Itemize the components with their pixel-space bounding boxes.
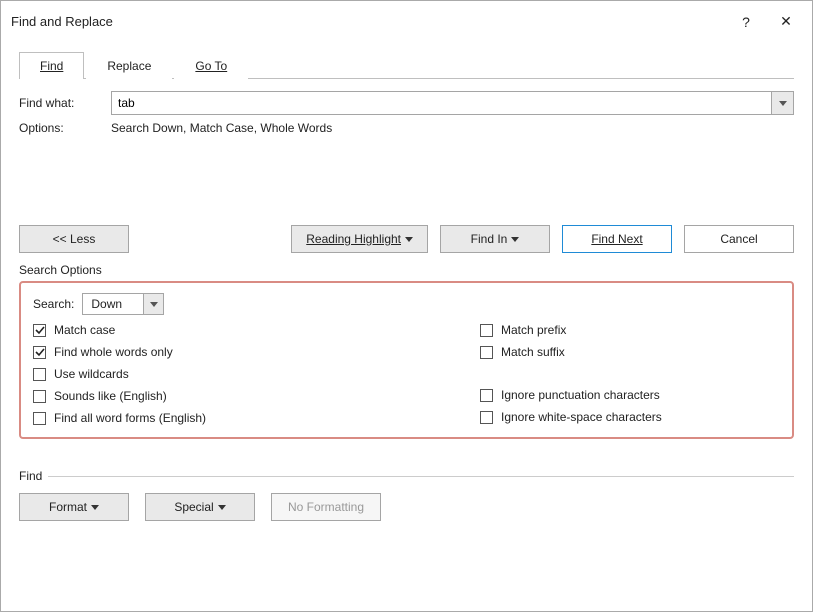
tab-find[interactable]: Find <box>19 52 84 79</box>
checkbox-match-prefix[interactable]: Match prefix <box>480 323 780 337</box>
dropdown-icon <box>91 500 99 514</box>
dropdown-icon <box>218 500 226 514</box>
checkbox-wildcards[interactable]: Use wildcards <box>33 367 480 381</box>
search-options-box: Search: Down Match case Find whole words… <box>19 281 794 439</box>
search-direction-label: Search: <box>33 297 74 311</box>
chevron-down-icon <box>143 294 163 314</box>
find-what-combo[interactable] <box>111 91 794 115</box>
special-button[interactable]: Special <box>145 493 255 521</box>
checkbox-sounds-like[interactable]: Sounds like (English) <box>33 389 480 403</box>
checkbox-ignore-whitespace[interactable]: Ignore white-space characters <box>480 410 780 424</box>
find-what-label: Find what: <box>19 96 111 110</box>
cancel-button[interactable]: Cancel <box>684 225 794 253</box>
options-text: Search Down, Match Case, Whole Words <box>111 121 332 135</box>
find-in-button[interactable]: Find In <box>440 225 550 253</box>
find-group-label: Find <box>19 469 42 483</box>
dropdown-icon <box>405 232 413 246</box>
less-button[interactable]: << Less <box>19 225 129 253</box>
help-button[interactable]: ? <box>726 10 766 34</box>
dialog-title: Find and Replace <box>11 14 726 29</box>
search-options-title: Search Options <box>19 263 794 277</box>
search-direction-select[interactable]: Down <box>82 293 164 315</box>
tab-replace[interactable]: Replace <box>86 52 172 79</box>
options-label: Options: <box>19 121 111 135</box>
checkbox-match-case[interactable]: Match case <box>33 323 480 337</box>
checkbox-whole-words[interactable]: Find whole words only <box>33 345 480 359</box>
find-what-dropdown[interactable] <box>771 92 793 114</box>
reading-highlight-button[interactable]: Reading Highlight <box>291 225 428 253</box>
checkbox-word-forms[interactable]: Find all word forms (English) <box>33 411 480 425</box>
divider <box>48 476 794 477</box>
format-button[interactable]: Format <box>19 493 129 521</box>
checkbox-match-suffix[interactable]: Match suffix <box>480 345 780 359</box>
find-next-button[interactable]: Find Next <box>562 225 672 253</box>
close-button[interactable]: ✕ <box>766 9 806 34</box>
checkbox-ignore-punctuation[interactable]: Ignore punctuation characters <box>480 388 780 402</box>
tab-goto[interactable]: Go To <box>174 52 248 79</box>
no-formatting-button: No Formatting <box>271 493 381 521</box>
find-what-input[interactable] <box>112 92 771 114</box>
dropdown-icon <box>511 232 519 246</box>
